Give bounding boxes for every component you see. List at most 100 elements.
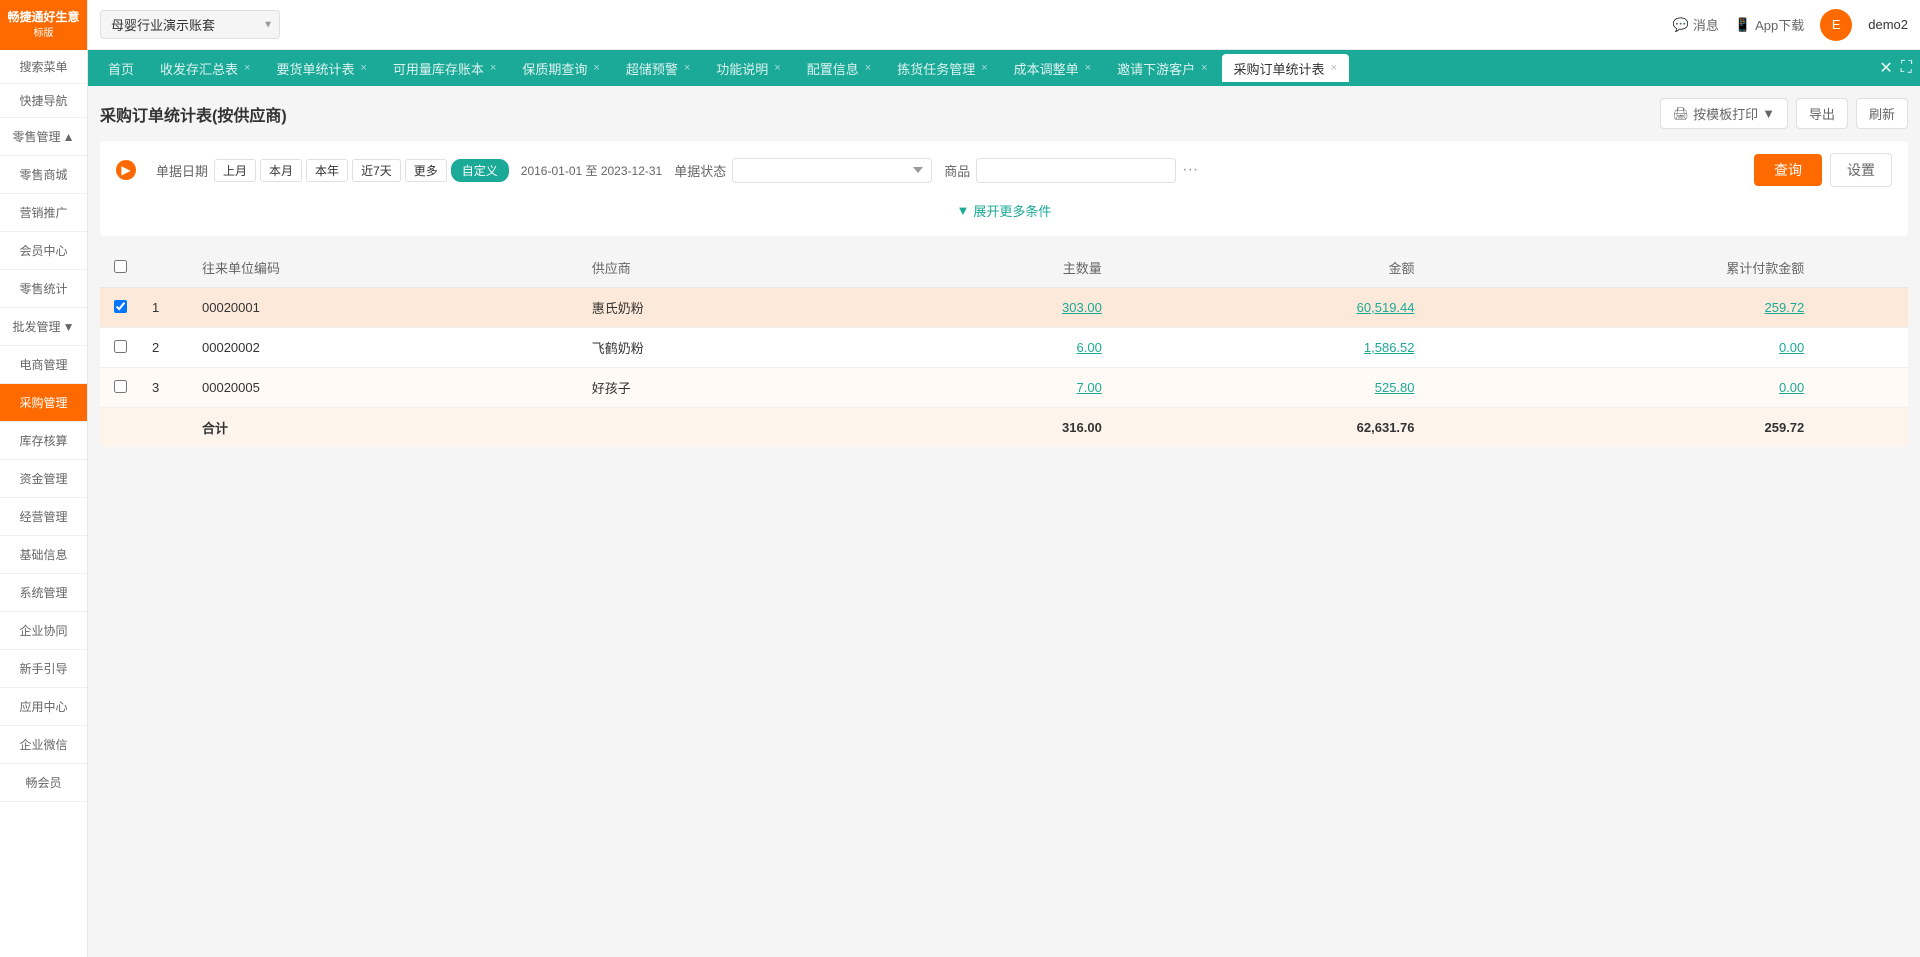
checkbox-1[interactable] [114,300,127,313]
footer-main-qty: 316.00 [870,408,1114,448]
export-button[interactable]: 导出 [1796,98,1848,129]
filter-row-expand: ▼ 展开更多条件 [116,197,1892,224]
sidebar-item-wechat[interactable]: 企业微信 [0,726,87,764]
checkbox-2[interactable] [114,340,127,353]
row-checkbox-3[interactable] [100,368,140,408]
sidebar-item-batch[interactable]: 批发管理▼ [0,308,87,346]
row-main-qty-1[interactable]: 303.00 [870,288,1114,328]
sidebar-item-appcenter[interactable]: 应用中心 [0,688,87,726]
tab-invite-downstream[interactable]: 邀请下游客户 × [1105,54,1219,82]
query-button[interactable]: 查询 [1754,154,1822,186]
date-btn-7days[interactable]: 近7天 [352,159,401,182]
date-btn-more[interactable]: 更多 [405,159,447,182]
date-btn-last-month[interactable]: 上月 [214,159,256,182]
tab-func-desc[interactable]: 功能说明 × [704,54,792,82]
goods-more-btn[interactable]: ··· [1182,161,1198,179]
tab-close-cost-adjust[interactable]: × [1085,62,1091,74]
sidebar: 畅捷通好生意标版 搜索菜单 快捷导航 零售管理▲ 零售商城 营销推广 会员中心 … [0,0,88,957]
row-main-qty-2[interactable]: 6.00 [870,328,1114,368]
row-supplier-name-1: 惠氏奶粉 [580,288,870,328]
tab-available-stock[interactable]: 可用量库存账本 × [381,54,508,82]
tab-order-summary[interactable]: 要货单统计表 × [264,54,378,82]
row-paid-amount-1[interactable]: 259.72 [1427,288,1817,328]
sidebar-item-purchase[interactable]: 采购管理 [0,384,87,422]
sidebar-item-shop[interactable]: 零售商城 [0,156,87,194]
row-amount-3[interactable]: 525.80 [1114,368,1427,408]
setting-button[interactable]: 设置 [1830,153,1892,187]
tab-close-config-info[interactable]: × [865,62,871,74]
tab-close-receive-summary[interactable]: × [244,62,250,74]
tab-receive-summary[interactable]: 收发存汇总表 × [148,54,262,82]
sidebar-item-newbie[interactable]: 新手引导 [0,650,87,688]
date-btn-custom[interactable]: 自定义 [451,159,509,182]
tab-pick-task[interactable]: 拣货任务管理 × [885,54,999,82]
select-all-checkbox[interactable] [114,260,127,273]
date-quick-btns: 上月 本月 本年 近7天 更多 自定义 [214,159,509,182]
sidebar-item-vip[interactable]: 畅会员 [0,764,87,802]
message-button[interactable]: 💬 消息 [1673,15,1719,34]
tab-cost-adjust[interactable]: 成本调整单 × [1002,54,1103,82]
row-checkbox-1[interactable] [100,288,140,328]
goods-input[interactable] [976,158,1176,183]
sidebar-item-ops[interactable]: 经营管理 [0,498,87,536]
row-extra-1 [1816,288,1908,328]
close-all-tabs-button[interactable]: ✕ [1879,58,1892,78]
checkbox-3[interactable] [114,380,127,393]
row-supplier-code-3: 00020005 [190,368,580,408]
row-amount-2[interactable]: 1,586.52 [1114,328,1427,368]
th-checkbox [100,248,140,288]
sidebar-item-finance[interactable]: 资金管理 [0,460,87,498]
tab-close-invite-downstream[interactable]: × [1201,62,1207,74]
tab-close-order-summary[interactable]: × [360,62,366,74]
tab-config-info[interactable]: 配置信息 × [795,54,883,82]
sidebar-item-retail-stat[interactable]: 零售统计 [0,270,87,308]
tab-close-func-desc[interactable]: × [774,62,780,74]
workspace-selector[interactable]: 母婴行业演示账套 [100,10,280,39]
tab-close-pick-task[interactable]: × [981,62,987,74]
tab-close-overstock-warning[interactable]: × [684,62,690,74]
row-amount-1[interactable]: 60,519.44 [1114,288,1427,328]
app-download-button[interactable]: 📱 App下载 [1735,15,1804,34]
tab-purchase-summary[interactable]: 采购订单统计表 × [1222,54,1349,82]
username-label[interactable]: demo2 [1868,17,1908,32]
sidebar-item-base[interactable]: 基础信息 [0,536,87,574]
tab-expiry-query[interactable]: 保质期查询 × [510,54,611,82]
expand-filter-button[interactable]: ▼ 展开更多条件 [949,197,1060,224]
tab-home[interactable]: 首页 [96,54,146,82]
status-select[interactable] [732,158,932,183]
tabbar: 首页 收发存汇总表 × 要货单统计表 × 可用量库存账本 × 保质期查询 × 超… [88,50,1920,86]
tab-close-expiry-query[interactable]: × [593,62,599,74]
date-btn-this-year[interactable]: 本年 [306,159,348,182]
row-paid-amount-2[interactable]: 0.00 [1427,328,1817,368]
sidebar-item-stock[interactable]: 库存核算 [0,422,87,460]
row-main-qty-3[interactable]: 7.00 [870,368,1114,408]
print-button[interactable]: 🖨 按模板打印 ▼ [1660,98,1788,129]
sidebar-item-quicknav[interactable]: 快捷导航 [0,84,87,118]
status-filter-group: 单据状态 [674,158,932,183]
user-avatar[interactable]: E [1820,9,1852,41]
tab-close-purchase-summary[interactable]: × [1331,62,1337,74]
table-row: 3 00020005 好孩子 7.00 525.80 0.00 [100,368,1908,408]
row-checkbox-2[interactable] [100,328,140,368]
sidebar-item-search[interactable]: 搜索菜单 [0,50,87,84]
refresh-button[interactable]: 刷新 [1856,98,1908,129]
row-num-1: 1 [140,288,190,328]
date-filter-group: 单据日期 上月 本月 本年 近7天 更多 自定义 [156,159,509,182]
footer-amount: 62,631.76 [1114,408,1427,448]
sidebar-item-system[interactable]: 系统管理 [0,574,87,612]
sidebar-item-ecom[interactable]: 电商管理 [0,346,87,384]
row-supplier-code-2: 00020002 [190,328,580,368]
sidebar-item-marketing[interactable]: 营销推广 [0,194,87,232]
date-btn-this-month[interactable]: 本月 [260,159,302,182]
tab-close-available-stock[interactable]: × [490,62,496,74]
row-paid-amount-3[interactable]: 0.00 [1427,368,1817,408]
footer-supplier [580,408,870,448]
sidebar-item-retail[interactable]: 零售管理▲ [0,118,87,156]
footer-label: 合计 [190,408,580,448]
sidebar-item-member[interactable]: 会员中心 [0,232,87,270]
tab-overstock-warning[interactable]: 超储预警 × [614,54,702,82]
sidebar-item-collab[interactable]: 企业协同 [0,612,87,650]
filter-toggle-arrow[interactable]: ▶ [116,160,136,180]
maximize-button[interactable]: ⛶ [1901,59,1912,77]
topbar: 母婴行业演示账套 💬 消息 📱 App下载 E demo2 [88,0,1920,50]
